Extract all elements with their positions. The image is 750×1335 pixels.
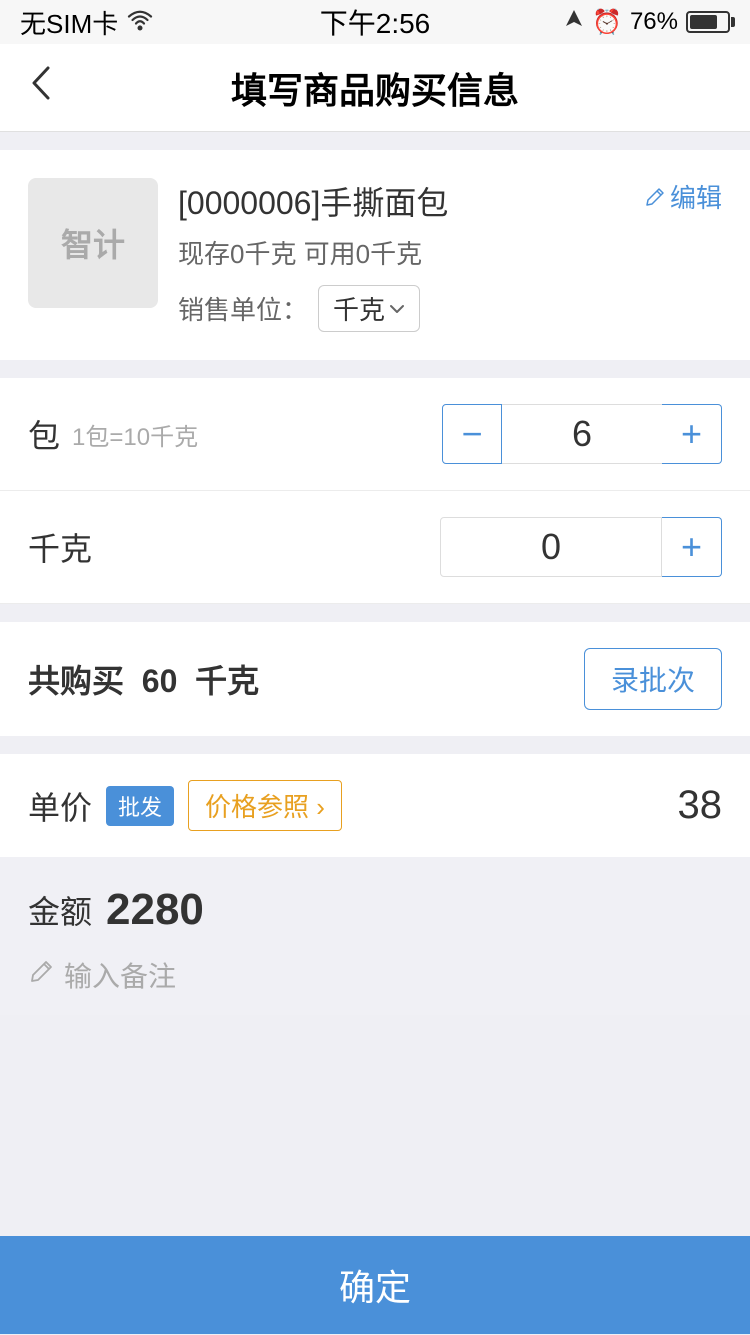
bao-input[interactable] [502, 404, 662, 464]
summary-quantity: 60 [142, 663, 178, 699]
increment-bao-button[interactable]: + [662, 404, 722, 464]
unit-select[interactable]: 千克 [318, 285, 420, 332]
input-label-group-bao: 包 1包=10千克 [28, 411, 198, 457]
status-left: 无SIM卡 [20, 4, 154, 41]
amount-value: 2280 [106, 885, 204, 935]
carrier-text: 无SIM卡 [20, 4, 118, 41]
summary-text: 共购买 60 千克 [28, 656, 259, 702]
price-badge: 批发 [106, 786, 174, 826]
wifi-icon [126, 7, 154, 38]
product-section: 智计 [0000006]手撕面包 编辑 现存0千克 可用0千克 销售单位： 千克 [0, 150, 750, 360]
battery-percent: 76% [630, 8, 678, 36]
unit-bao-sublabel: 1包=10千克 [72, 417, 198, 452]
product-info: [0000006]手撕面包 编辑 现存0千克 可用0千克 销售单位： 千克 [178, 178, 722, 332]
price-row: 单价 批发 价格参照 › 38 [28, 780, 722, 831]
batch-button[interactable]: 录批次 [584, 648, 722, 710]
page-title: 填写商品购买信息 [231, 62, 519, 114]
product-name-row: [0000006]手撕面包 编辑 [178, 178, 722, 224]
unit-bao-label: 包 [28, 411, 60, 457]
input-right-kg: + [440, 517, 722, 577]
back-button[interactable] [28, 64, 52, 112]
summary-section: 共购买 60 千克 录批次 [0, 622, 750, 736]
note-placeholder[interactable]: 输入备注 [64, 955, 176, 995]
confirm-bar[interactable]: 确定 [0, 1236, 750, 1334]
input-row-kg: 千克 + [0, 491, 750, 604]
price-value: 38 [678, 783, 723, 828]
price-section: 单价 批发 价格参照 › 38 [0, 754, 750, 857]
stepper-bao: − + [442, 404, 722, 464]
price-label-group: 单价 批发 价格参照 › [28, 780, 342, 831]
product-image: 智计 [28, 178, 158, 308]
status-right: ⏰ 76% [564, 8, 730, 37]
amount-label: 金额 [28, 887, 92, 933]
battery-icon [686, 11, 730, 33]
price-ref-button[interactable]: 价格参照 › [188, 780, 342, 831]
pencil-icon [28, 959, 54, 992]
decrement-bao-button[interactable]: − [442, 404, 502, 464]
status-time: 下午2:56 [320, 2, 431, 42]
product-name: [0000006]手撕面包 [178, 178, 644, 224]
unit-label: 销售单位： [178, 290, 308, 327]
input-section: 包 1包=10千克 − + 千克 + [0, 378, 750, 604]
input-label-group-kg: 千克 [28, 524, 92, 570]
increment-kg-button[interactable]: + [662, 517, 722, 577]
price-label: 单价 [28, 783, 92, 829]
unit-kg-label: 千克 [28, 524, 92, 570]
nav-bar: 填写商品购买信息 [0, 44, 750, 132]
product-stock: 现存0千克 可用0千克 [178, 234, 722, 271]
input-row-bao: 包 1包=10千克 − + [0, 378, 750, 491]
alarm-icon: ⏰ [592, 8, 622, 37]
confirm-button[interactable]: 确定 [339, 1259, 411, 1311]
product-unit-row: 销售单位： 千克 [178, 285, 722, 332]
location-icon [564, 8, 584, 37]
edit-button[interactable]: 编辑 [644, 178, 722, 215]
status-bar: 无SIM卡 下午2:56 ⏰ 76% [0, 0, 750, 44]
kg-input[interactable] [440, 517, 662, 577]
note-row[interactable]: 输入备注 [28, 955, 722, 995]
amount-row: 金额 2280 [28, 885, 722, 935]
amount-section: 金额 2280 输入备注 [0, 857, 750, 1015]
